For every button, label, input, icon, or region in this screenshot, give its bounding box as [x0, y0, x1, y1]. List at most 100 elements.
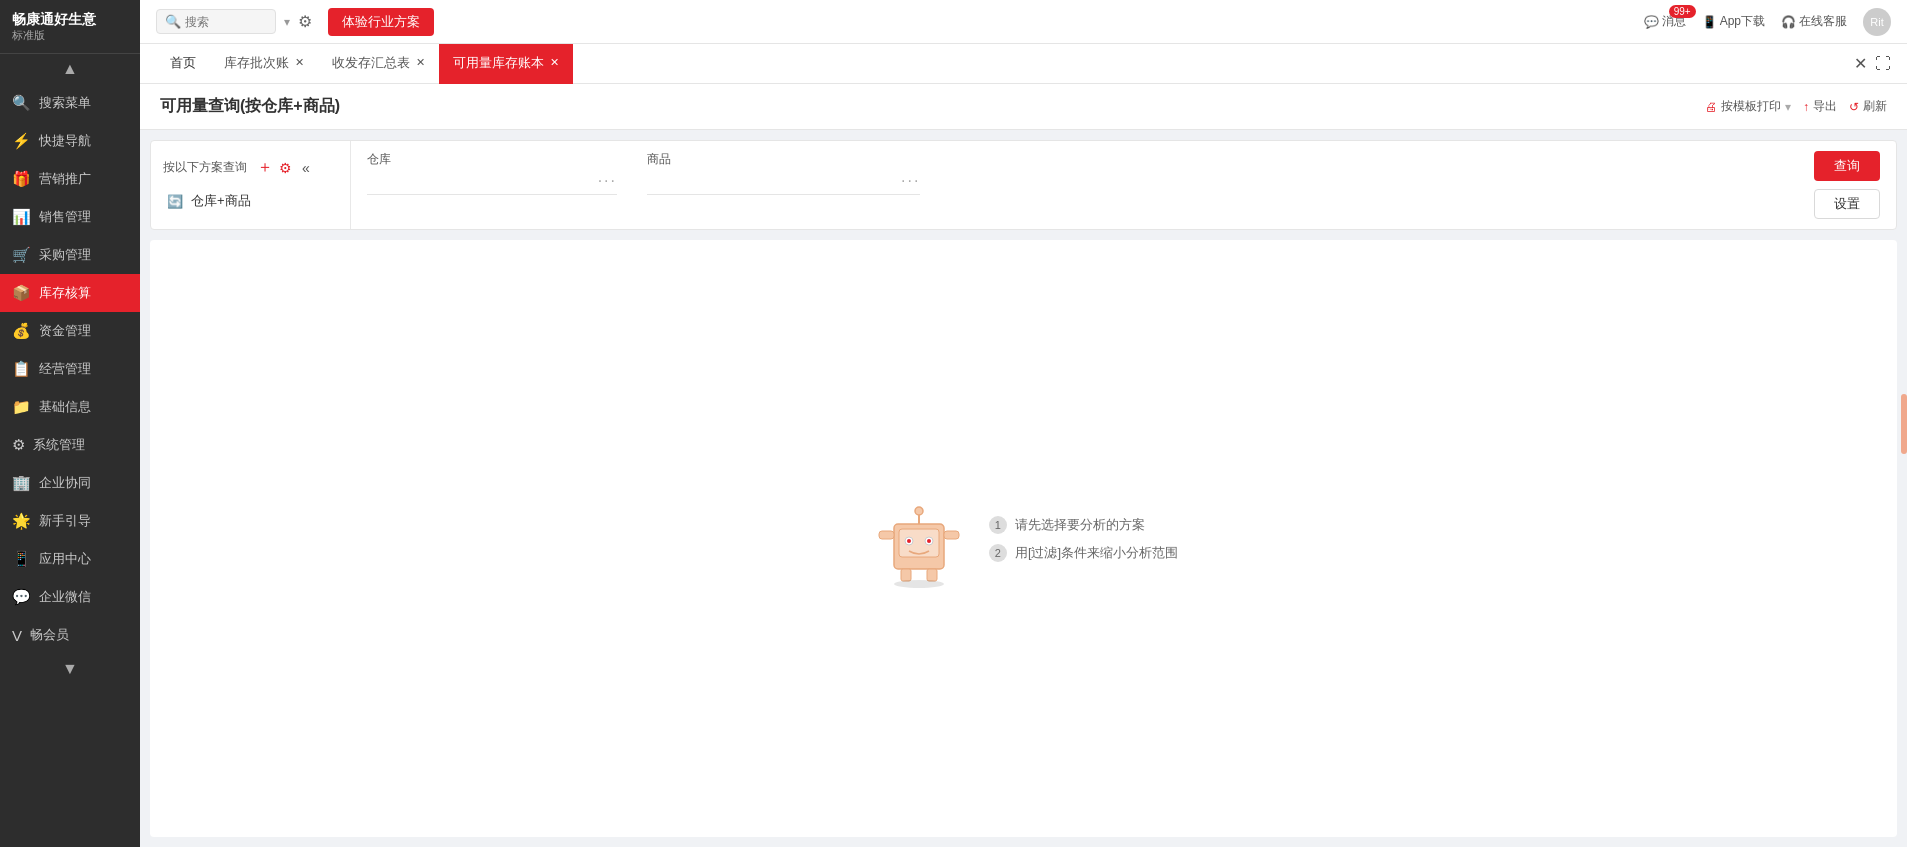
warehouse-input-row: ··· [367, 172, 617, 195]
sidebar-item-marketing[interactable]: 🎁 营销推广 [0, 160, 140, 198]
sidebar-item-label: 快捷导航 [39, 132, 91, 150]
user-avatar[interactable]: Rit [1863, 8, 1891, 36]
scheme-item-warehouse-product[interactable]: 🔄 仓库+商品 [151, 184, 350, 218]
sidebar-item-label: 畅会员 [30, 626, 69, 644]
tab-batch[interactable]: 库存批次账 ✕ [210, 44, 318, 84]
sidebar-item-purchase[interactable]: 🛒 采购管理 [0, 236, 140, 274]
vip-icon: V [12, 627, 22, 644]
svg-point-7 [915, 507, 923, 515]
app-label: App下载 [1720, 13, 1765, 30]
right-scrollbar[interactable] [1901, 394, 1907, 454]
topbar: 🔍 ▾ ⚙ 体验行业方案 💬 消息 99+ 📱 App下载 🎧 在线客服 Rit [140, 0, 1907, 44]
svg-point-4 [907, 539, 911, 543]
sidebar-scroll: ▲ 🔍 搜索菜单 ⚡ 快捷导航 🎁 营销推广 📊 销售管理 🛒 采购管理 📦 库… [0, 54, 140, 847]
sidebar-item-search[interactable]: 🔍 搜索菜单 [0, 84, 140, 122]
sidebar-item-label: 销售管理 [39, 208, 91, 226]
chevron-down-icon[interactable]: ▾ [1785, 100, 1791, 114]
export-label: 导出 [1813, 98, 1837, 115]
trial-button[interactable]: 体验行业方案 [328, 8, 434, 36]
avatar-initial: Rit [1870, 16, 1883, 28]
app-edition: 标准版 [12, 28, 128, 43]
tab-close-icon[interactable]: ✕ [295, 56, 304, 69]
close-tab-button[interactable]: ✕ [1854, 54, 1867, 73]
phone-icon: 📱 [1702, 15, 1717, 29]
sidebar-item-quicknav[interactable]: ⚡ 快捷导航 [0, 122, 140, 160]
tab-available[interactable]: 可用量库存账本 ✕ [439, 44, 573, 84]
tab-summary[interactable]: 收发存汇总表 ✕ [318, 44, 439, 84]
topbar-search-box[interactable]: 🔍 [156, 9, 276, 34]
product-field: 商品 ··· [647, 151, 920, 195]
tip-num-2: 2 [989, 544, 1007, 562]
query-actions: 查询 设置 [1814, 141, 1896, 229]
gear-icon: ⚙ [12, 436, 25, 454]
refresh-button[interactable]: ↺ 刷新 [1849, 98, 1887, 115]
print-icon: 🖨 [1705, 100, 1717, 114]
warehouse-input[interactable] [367, 174, 594, 189]
sidebar-item-operations[interactable]: 📋 经营管理 [0, 350, 140, 388]
sidebar-scroll-down[interactable]: ▼ [0, 654, 140, 684]
add-scheme-icon[interactable]: ＋ [257, 157, 273, 178]
tab-home[interactable]: 首页 [156, 44, 210, 84]
product-input[interactable] [647, 174, 897, 189]
collapse-icon[interactable]: « [302, 160, 310, 176]
sidebar-item-label: 新手引导 [39, 512, 91, 530]
message-icon: 💬 [1644, 15, 1659, 29]
cart-icon: 🛒 [12, 246, 31, 264]
refresh-icon: ↺ [1849, 100, 1859, 114]
app-download-button[interactable]: 📱 App下载 [1702, 13, 1765, 30]
empty-state: 1 请先选择要分析的方案 2 用[过滤]条件来缩小分析范围 [150, 240, 1897, 837]
query-fields: 仓库 ··· 商品 ··· [351, 141, 1814, 229]
sidebar-item-label: 采购管理 [39, 246, 91, 264]
folder-icon: 📁 [12, 398, 31, 416]
svg-rect-8 [901, 569, 911, 581]
settings-scheme-icon[interactable]: ⚙ [279, 160, 292, 176]
box-icon: 📦 [12, 284, 31, 302]
sidebar-item-system[interactable]: ⚙ 系统管理 [0, 426, 140, 464]
warehouse-more-icon[interactable]: ··· [598, 172, 617, 190]
expand-button[interactable]: ⛶ [1875, 55, 1891, 73]
sidebar-item-label: 营销推广 [39, 170, 91, 188]
sidebar-item-finance[interactable]: 💰 资金管理 [0, 312, 140, 350]
mobile-icon: 📱 [12, 550, 31, 568]
print-button[interactable]: 🖨 按模板打印 ▾ [1705, 98, 1791, 115]
sidebar-item-label: 基础信息 [39, 398, 91, 416]
product-input-row: ··· [647, 172, 920, 195]
sidebar-item-appcenter[interactable]: 📱 应用中心 [0, 540, 140, 578]
settings-icon[interactable]: ⚙ [298, 12, 312, 31]
search-chevron-icon[interactable]: ▾ [284, 15, 290, 29]
query-panel: 按以下方案查询 ＋ ⚙ « 🔄 仓库+商品 仓库 ··· [150, 140, 1897, 230]
product-more-icon[interactable]: ··· [901, 172, 920, 190]
warehouse-field: 仓库 ··· [367, 151, 617, 195]
export-button[interactable]: ↑ 导出 [1803, 98, 1837, 115]
tab-close-icon[interactable]: ✕ [550, 56, 559, 69]
svg-rect-9 [927, 569, 937, 581]
tab-close-icon[interactable]: ✕ [416, 56, 425, 69]
print-label: 按模板打印 [1721, 98, 1781, 115]
sidebar-item-newguide[interactable]: 🌟 新手引导 [0, 502, 140, 540]
service-button[interactable]: 🎧 在线客服 [1781, 13, 1847, 30]
product-label: 商品 [647, 151, 920, 168]
gift-icon: 🎁 [12, 170, 31, 188]
sidebar-item-sales[interactable]: 📊 销售管理 [0, 198, 140, 236]
tab-available-label: 可用量库存账本 [453, 54, 544, 72]
sidebar-item-wechat[interactable]: 💬 企业微信 [0, 578, 140, 616]
scheme-icon: 🔄 [167, 194, 183, 209]
search-icon: 🔍 [12, 94, 31, 112]
money-icon: 💰 [12, 322, 31, 340]
sidebar-item-inventory[interactable]: 📦 库存核算 [0, 274, 140, 312]
sidebar-scroll-up[interactable]: ▲ [0, 54, 140, 84]
sidebar-item-member[interactable]: V 畅会员 [0, 616, 140, 654]
sidebar-item-enterprise[interactable]: 🏢 企业协同 [0, 464, 140, 502]
message-button[interactable]: 💬 消息 99+ [1644, 13, 1686, 30]
search-icon: 🔍 [165, 14, 181, 29]
svg-rect-11 [944, 531, 959, 539]
refresh-label: 刷新 [1863, 98, 1887, 115]
settings-button[interactable]: 设置 [1814, 189, 1880, 219]
tab-home-label: 首页 [170, 54, 196, 72]
search-input[interactable] [185, 15, 265, 29]
query-button[interactable]: 查询 [1814, 151, 1880, 181]
sidebar-item-basic[interactable]: 📁 基础信息 [0, 388, 140, 426]
app-name: 畅康通好生意 [12, 10, 128, 28]
scheme-label: 仓库+商品 [191, 192, 251, 210]
page-content: 可用量查询(按仓库+商品) 🖨 按模板打印 ▾ ↑ 导出 ↺ 刷新 [140, 84, 1907, 847]
